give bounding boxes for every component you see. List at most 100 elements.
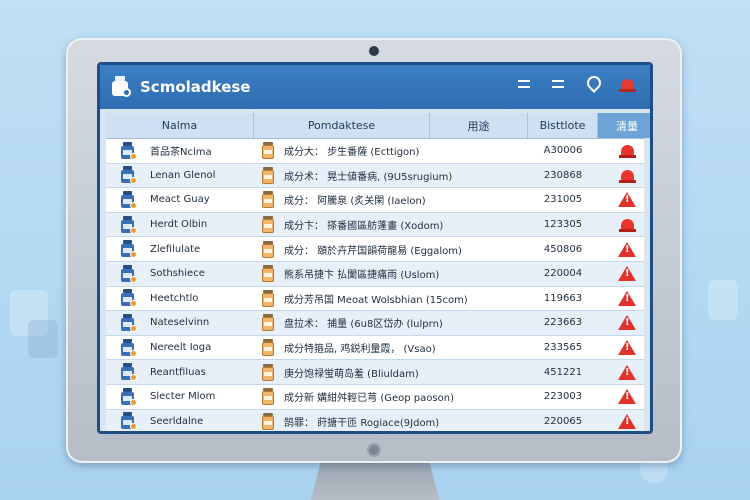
- jar-icon: [262, 191, 274, 209]
- name-text: Nateselvinn: [150, 317, 210, 329]
- batch-text: 223663: [543, 317, 583, 329]
- batch-text: 231005: [543, 194, 583, 206]
- jar-icon: [262, 412, 274, 430]
- cell-composition: 成分： 頤於卉芹国韻荷龍易 (Eggalom): [254, 237, 528, 261]
- cell-batch: 223663: [528, 311, 598, 335]
- cell-alert: [598, 311, 650, 335]
- name-text: Sothshiece: [150, 268, 205, 280]
- name-text: Slecter Mlom: [150, 391, 216, 403]
- composition-text: 成分特箍品, 鸡鋭利量霞， (Vsao): [284, 344, 436, 356]
- cell-alert: [598, 360, 650, 384]
- jar-icon: [262, 289, 274, 307]
- batch-text: 220004: [543, 268, 583, 280]
- medicine-bottle-icon: [120, 166, 137, 185]
- warning-triangle-icon: [618, 266, 636, 282]
- batch-text: 123305: [543, 219, 583, 231]
- table-header: Nalma Pomdaktese 用途 Bisttlote 清量: [106, 113, 650, 139]
- batch-text: 119663: [543, 292, 583, 304]
- jar-icon: [262, 265, 274, 283]
- cell-composition: 熊系吊捷卞 払闌區捷痛雨 (Uslom): [254, 262, 528, 286]
- menu-icon[interactable]: [516, 75, 534, 93]
- batch-text: 223003: [543, 391, 583, 403]
- composition-text: 盘拉术： 捕量 (6u8区岱办 (lulprn): [284, 319, 443, 331]
- cell-batch: 119663: [528, 287, 598, 311]
- batch-text: 220065: [543, 415, 583, 427]
- jar-icon: [262, 240, 274, 258]
- composition-text: 鹄罪： 莳搪干匝 Rogiace(9Jdom): [284, 417, 440, 429]
- composition-text: 庚分饱禄蛍萌岛羞 (Bliuldam): [284, 368, 419, 380]
- menu-icon[interactable]: [550, 75, 568, 93]
- cell-name: Nereelt Ioga: [106, 336, 254, 360]
- medicine-bottle-icon: [120, 215, 137, 234]
- cell-composition: 成分术： 晃士値番病, (9U5srugium): [254, 164, 528, 188]
- column-header-alert[interactable]: 清量: [598, 113, 650, 138]
- table-row[interactable]: Seerldalne 鹄罪： 莳搪干匝 Rogiace(9Jdom) 220065: [106, 409, 644, 431]
- location-pin-icon[interactable]: [584, 75, 602, 93]
- title-bar: Scmoladkese: [100, 65, 650, 109]
- column-header-composition[interactable]: Pomdaktese: [254, 113, 430, 138]
- composition-text: 成分： 頤於卉芹国韻荷龍易 (Eggalom): [284, 245, 462, 257]
- batch-text: 451221: [543, 366, 583, 378]
- composition-text: 成分卞： 搽番國區舫蓬畫 (Xodom): [284, 221, 444, 233]
- cell-alert: [598, 262, 650, 286]
- cell-composition: 成分特箍品, 鸡鋭利量霞， (Vsao): [254, 336, 528, 360]
- table-row[interactable]: 首品茶Nclma 成分大： 步生番薩 (Ecttigon) A30006: [106, 139, 644, 164]
- warning-triangle-icon: [618, 389, 636, 405]
- table-row[interactable]: Nateselvinn 盘拉术： 捕量 (6u8区岱办 (lulprn) 22366…: [106, 311, 644, 336]
- composition-text: 成分术： 晃士値番病, (9U5srugium): [284, 171, 453, 183]
- cell-alert: [598, 336, 650, 360]
- warning-triangle-icon: [618, 192, 636, 208]
- cell-alert: [598, 213, 650, 237]
- cell-batch: 123305: [528, 213, 598, 237]
- cell-batch: 220065: [528, 410, 598, 431]
- cell-composition: 成分新 媾紺舛輕已芎 (Geop paoson): [254, 385, 528, 409]
- cell-alert: [598, 410, 650, 431]
- name-text: Zlefilulate: [150, 243, 201, 255]
- table-row[interactable]: Heetchtlo 成分芳吊国 Meoat Wolsbhian (15com) 11…: [106, 286, 644, 312]
- alarm-siren-icon: [618, 143, 636, 159]
- cell-name: Reantfiluas: [106, 360, 254, 384]
- jar-icon: [262, 339, 274, 357]
- table-row[interactable]: Nereelt Ioga 成分特箍品, 鸡鋭利量霞， (Vsao) 233565: [106, 335, 644, 361]
- cell-alert: [598, 139, 650, 163]
- medicine-table: Nalma Pomdaktese 用途 Bisttlote 清量 首品茶Nclm…: [100, 113, 650, 431]
- webcam-icon: [369, 46, 379, 56]
- composition-text: 成分新 媾紺舛輕已芎 (Geop paoson): [284, 393, 454, 405]
- table-row[interactable]: Lenan Glenol 成分术： 晃士値番病, (9U5srugium) 2308…: [106, 163, 644, 189]
- column-header-usage[interactable]: 用途: [430, 113, 528, 138]
- table-row[interactable]: Reantfiluas 庚分饱禄蛍萌岛羞 (Bliuldam) 451221: [106, 360, 644, 385]
- cell-name: Herdt Olbin: [106, 213, 254, 237]
- cell-composition: 成分卞： 搽番國區舫蓬畫 (Xodom): [254, 213, 528, 237]
- name-text: 首品茶Nclma: [150, 147, 212, 159]
- medicine-bottle-icon: [120, 387, 137, 406]
- cell-name: Meact Guay: [106, 188, 254, 212]
- column-header-batch[interactable]: Bisttlote: [528, 113, 598, 138]
- medicine-bottle-icon: [120, 289, 137, 308]
- cell-composition: 成分芳吊国 Meoat Wolsbhian (15com): [254, 287, 528, 311]
- cell-batch: 220004: [528, 262, 598, 286]
- power-button[interactable]: [367, 443, 381, 457]
- alarm-siren-icon[interactable]: [618, 75, 636, 93]
- table-row[interactable]: Meact Guay 成分： 阿騰泉 (炙关閑 (Iaelon) 231005: [106, 188, 644, 213]
- column-header-name[interactable]: Nalma: [106, 113, 254, 138]
- table-row[interactable]: Zlefilulate 成分： 頤於卉芹国韻荷龍易 (Eggalom) 450806: [106, 237, 644, 262]
- cell-batch: 450806: [528, 237, 598, 261]
- table-row[interactable]: Herdt Olbin 成分卞： 搽番國區舫蓬畫 (Xodom) 123305: [106, 212, 644, 238]
- table-row[interactable]: Sothshiece 熊系吊捷卞 払闌區捷痛雨 (Uslom) 220004: [106, 261, 644, 287]
- medicine-bottle-icon: [120, 363, 137, 382]
- cell-composition: 成分大： 步生番薩 (Ecttigon): [254, 139, 528, 163]
- jar-icon: [262, 363, 274, 381]
- name-text: Nereelt Ioga: [150, 342, 212, 354]
- medicine-bottle-icon: [120, 141, 137, 160]
- cell-batch: 223003: [528, 385, 598, 409]
- cell-composition: 鹄罪： 莳搪干匝 Rogiace(9Jdom): [254, 410, 528, 431]
- app-title: Scmoladkese: [140, 78, 251, 96]
- warning-triangle-icon: [618, 340, 636, 356]
- name-text: Herdt Olbin: [150, 219, 208, 231]
- composition-text: 熊系吊捷卞 払闌區捷痛雨 (Uslom): [284, 270, 440, 282]
- cell-composition: 成分： 阿騰泉 (炙关閑 (Iaelon): [254, 188, 528, 212]
- cell-batch: 451221: [528, 360, 598, 384]
- medicine-bottle-icon: [120, 338, 137, 357]
- table-row[interactable]: Slecter Mlom 成分新 媾紺舛輕已芎 (Geop paoson) 2230…: [106, 384, 644, 410]
- cell-name: Sothshiece: [106, 262, 254, 286]
